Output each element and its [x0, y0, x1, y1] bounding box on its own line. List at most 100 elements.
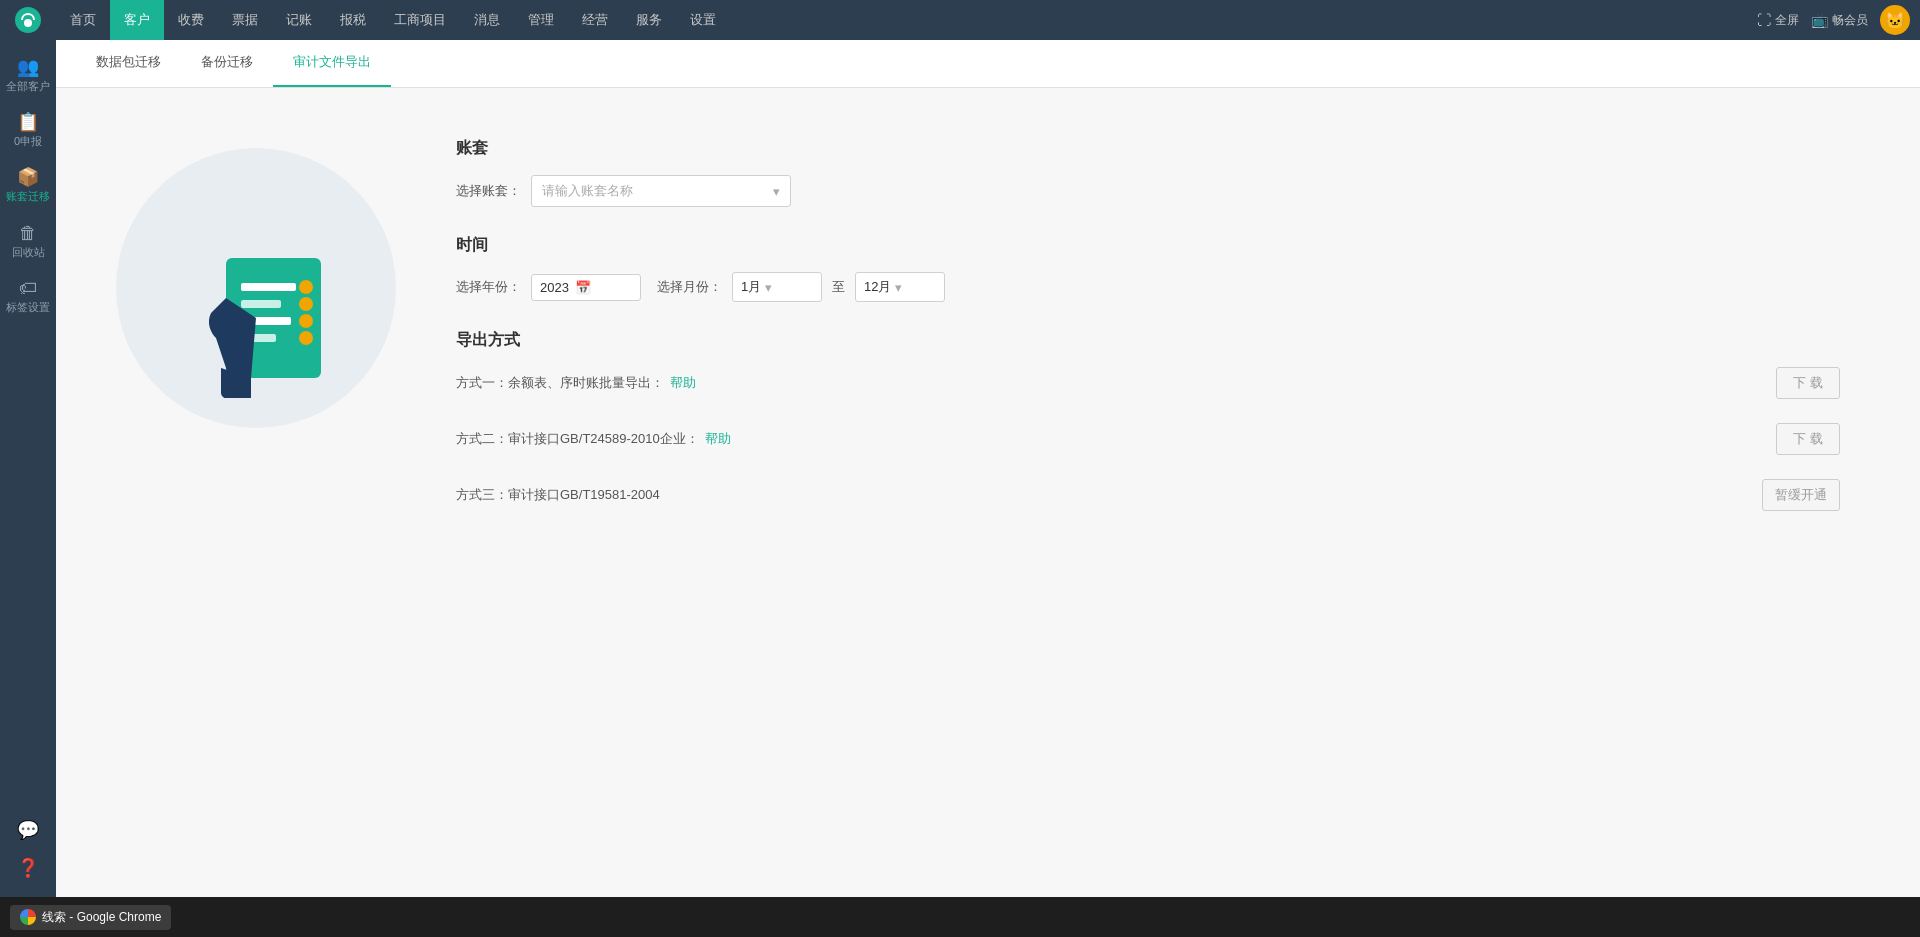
account-chevron-icon: ▾ — [773, 184, 780, 199]
export-method-2-help[interactable]: 帮助 — [705, 430, 731, 448]
export-method-3-coming-button: 暂缓开通 — [1762, 479, 1840, 511]
export-section-title: 导出方式 — [456, 330, 1840, 351]
form-area: 账套 选择账套： 请输入账套名称 ▾ 时间 选择年份： — [416, 118, 1880, 867]
all-customers-icon: 👥 — [17, 58, 39, 76]
sidebar-item-chat[interactable]: 💬 — [0, 811, 56, 849]
account-label: 选择账套： — [456, 182, 521, 200]
month-end-chevron-icon: ▾ — [895, 280, 902, 295]
recycle-icon: 🗑 — [19, 224, 37, 242]
app-logo — [10, 2, 46, 38]
sidebar-bottom: 💬 ❓ — [0, 811, 56, 897]
export-method-3-label: 方式三：审计接口GB/T19581-2004 — [456, 486, 1762, 504]
tabs-bar: 数据包迁移 备份迁移 审计文件导出 — [56, 40, 1920, 88]
page-content: 账套 选择账套： 请输入账套名称 ▾ 时间 选择年份： — [56, 88, 1920, 897]
month-start-value: 1月 — [741, 278, 761, 296]
nav-bookkeeping[interactable]: 记账 — [272, 0, 326, 40]
account-migration-icon: 📦 — [17, 168, 39, 186]
export-method-1-row: 方式一：余额表、序时账批量导出： 帮助 下 载 — [456, 367, 1840, 399]
export-section: 导出方式 方式一：余额表、序时账批量导出： 帮助 下 载 方式二：审计接口GB/… — [456, 330, 1840, 511]
taskbar-item-label: 线索 - Google Chrome — [42, 909, 161, 926]
svg-rect-4 — [241, 300, 281, 308]
main-layout: 👥 全部客户 📋 0申报 📦 账套迁移 🗑 回收站 🏷 标签设置 💬 ❓ — [0, 40, 1920, 897]
sidebar-item-account-migration[interactable]: 📦 账套迁移 — [0, 158, 56, 213]
nav-charge[interactable]: 收费 — [164, 0, 218, 40]
year-label: 选择年份： — [456, 278, 521, 296]
nav-tax[interactable]: 报税 — [326, 0, 380, 40]
user-avatar[interactable]: 🐱 — [1880, 5, 1910, 35]
zero-declare-icon: 📋 — [17, 113, 39, 131]
year-value: 2023 — [540, 280, 569, 295]
export-method-2-label: 方式二：审计接口GB/T24589-2010企业： 帮助 — [456, 430, 1776, 448]
time-form-row: 选择年份： 2023 📅 选择月份： 1月 ▾ 至 1 — [456, 272, 1840, 302]
tab-backup-migration[interactable]: 备份迁移 — [181, 40, 273, 87]
vip-label: 畅会员 — [1832, 12, 1868, 29]
month-start-chevron-icon: ▾ — [765, 280, 772, 295]
export-method-1-label: 方式一：余额表、序时账批量导出： 帮助 — [456, 374, 1776, 392]
export-method-2-download-button[interactable]: 下 载 — [1776, 423, 1840, 455]
nav-invoice[interactable]: 票据 — [218, 0, 272, 40]
account-form-row: 选择账套： 请输入账套名称 ▾ — [456, 175, 1840, 207]
nav-service[interactable]: 服务 — [622, 0, 676, 40]
export-method-3-text: 方式三：审计接口GB/T19581-2004 — [456, 486, 660, 504]
nav-business[interactable]: 工商项目 — [380, 0, 460, 40]
vip-icon: 📺 — [1811, 12, 1828, 28]
month-end-select[interactable]: 12月 ▾ — [855, 272, 945, 302]
export-method-3-row: 方式三：审计接口GB/T19581-2004 暂缓开通 — [456, 479, 1840, 511]
calendar-icon: 📅 — [575, 280, 591, 295]
chrome-icon — [20, 909, 36, 925]
svg-point-7 — [299, 280, 313, 294]
svg-point-10 — [299, 331, 313, 345]
taskbar-chrome-item[interactable]: 线索 - Google Chrome — [10, 905, 171, 930]
nav-home[interactable]: 首页 — [56, 0, 110, 40]
time-section-title: 时间 — [456, 235, 1840, 256]
year-input[interactable]: 2023 📅 — [531, 274, 641, 301]
sidebar-item-zero-declare[interactable]: 📋 0申报 — [0, 103, 56, 158]
export-method-1-download-button[interactable]: 下 载 — [1776, 367, 1840, 399]
tab-audit-export[interactable]: 审计文件导出 — [273, 40, 391, 87]
month-start-select[interactable]: 1月 ▾ — [732, 272, 822, 302]
account-section: 账套 选择账套： 请输入账套名称 ▾ — [456, 138, 1840, 207]
illustration-circle — [116, 148, 396, 428]
sidebar-item-tag-settings[interactable]: 🏷 标签设置 — [0, 269, 56, 324]
top-nav: 首页 客户 收费 票据 记账 报税 工商项目 消息 管理 经营 服务 设置 ⛶ … — [0, 0, 1920, 40]
fullscreen-label: 全屏 — [1775, 12, 1799, 29]
tag-settings-icon: 🏷 — [19, 279, 37, 297]
sidebar-item-recycle[interactable]: 🗑 回收站 — [0, 214, 56, 269]
sidebar-label-zero-declare: 0申报 — [14, 135, 42, 148]
svg-point-1 — [24, 19, 32, 27]
tab-data-migration[interactable]: 数据包迁移 — [76, 40, 181, 87]
nav-right: ⛶ 全屏 📺 畅会员 🐱 — [1757, 5, 1910, 35]
fullscreen-button[interactable]: ⛶ 全屏 — [1757, 12, 1799, 29]
content-area: 数据包迁移 备份迁移 审计文件导出 — [56, 40, 1920, 897]
time-separator: 至 — [832, 278, 845, 296]
nav-customer[interactable]: 客户 — [110, 0, 164, 40]
illustration-area — [96, 118, 416, 867]
nav-operation[interactable]: 经营 — [568, 0, 622, 40]
taskbar: 线索 - Google Chrome — [0, 897, 1920, 937]
account-placeholder: 请输入账套名称 — [542, 182, 633, 200]
account-select[interactable]: 请输入账套名称 ▾ — [531, 175, 791, 207]
svg-rect-3 — [241, 283, 296, 291]
export-method-1-help[interactable]: 帮助 — [670, 374, 696, 392]
sidebar-label-account-migration: 账套迁移 — [6, 190, 50, 203]
export-method-2-text: 方式二：审计接口GB/T24589-2010企业： — [456, 430, 699, 448]
nav-manage[interactable]: 管理 — [514, 0, 568, 40]
time-section: 时间 选择年份： 2023 📅 选择月份： 1月 ▾ 至 — [456, 235, 1840, 302]
svg-point-8 — [299, 297, 313, 311]
chat-icon: 💬 — [17, 821, 39, 839]
vip-button[interactable]: 📺 畅会员 — [1811, 12, 1868, 29]
sidebar-item-help[interactable]: ❓ — [0, 849, 56, 887]
sidebar-label-tag-settings: 标签设置 — [6, 301, 50, 314]
nav-items: 首页 客户 收费 票据 记账 报税 工商项目 消息 管理 经营 服务 设置 — [56, 0, 1757, 40]
sidebar: 👥 全部客户 📋 0申报 📦 账套迁移 🗑 回收站 🏷 标签设置 💬 ❓ — [0, 40, 56, 897]
nav-settings[interactable]: 设置 — [676, 0, 730, 40]
svg-point-9 — [299, 314, 313, 328]
month-end-value: 12月 — [864, 278, 891, 296]
nav-message[interactable]: 消息 — [460, 0, 514, 40]
sidebar-label-recycle: 回收站 — [12, 246, 45, 259]
sidebar-item-all-customers[interactable]: 👥 全部客户 — [0, 48, 56, 103]
month-label: 选择月份： — [657, 278, 722, 296]
account-section-title: 账套 — [456, 138, 1840, 159]
fullscreen-icon: ⛶ — [1757, 12, 1771, 28]
sidebar-label-all-customers: 全部客户 — [6, 80, 50, 93]
